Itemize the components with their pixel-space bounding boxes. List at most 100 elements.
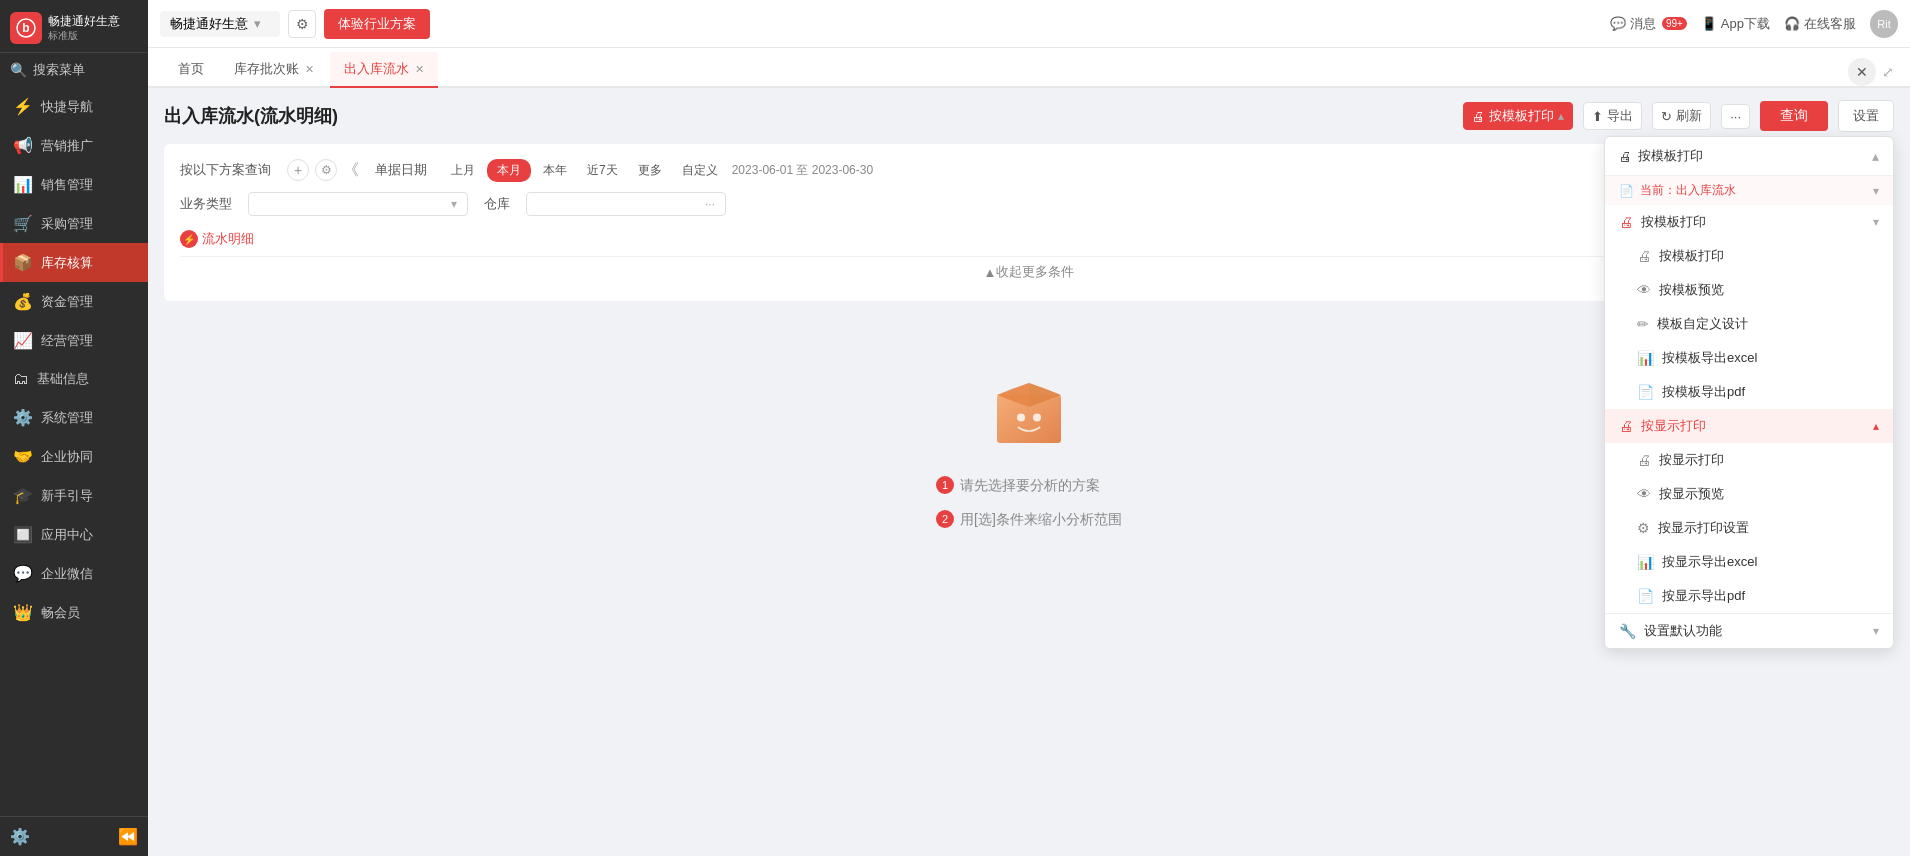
message-button[interactable]: 💬 消息 99+: [1610, 15, 1687, 33]
dropdown-close-arrow[interactable]: ▴: [1872, 148, 1879, 164]
flow-label: 流水明细: [202, 230, 254, 248]
empty-hints: 1 请先选择要分析的方案 2 用[选]条件来缩小分析范围: [936, 471, 1122, 533]
template-print-section-title[interactable]: 🖨 按模板打印 ▾: [1605, 205, 1893, 239]
date-filter-label: 单据日期: [375, 161, 427, 179]
tab-close-icon[interactable]: ✕: [415, 63, 424, 76]
dropdown-arrow-icon: ▴: [1558, 109, 1564, 123]
warehouse-more-icon: ···: [705, 197, 715, 211]
sidebar-item-vip[interactable]: 👑 畅会员: [0, 593, 148, 632]
company-selector[interactable]: 畅捷通好生意 ▾: [160, 11, 280, 37]
hint-num-1: 1: [936, 476, 954, 494]
search-label: 搜索菜单: [33, 61, 85, 79]
sidebar-item-label: 快捷导航: [41, 98, 93, 116]
template-pdf-item[interactable]: 📄 按模板导出pdf: [1605, 375, 1893, 409]
display-pdf-item[interactable]: 📄 按显示导出pdf: [1605, 579, 1893, 613]
sidebar-item-basic[interactable]: 🗂 基础信息: [0, 360, 148, 398]
hint-num-2: 2: [936, 510, 954, 528]
settings-button[interactable]: 设置: [1838, 100, 1894, 132]
date-tab-thisyear[interactable]: 本年: [535, 159, 575, 182]
sidebar-search[interactable]: 🔍 搜索菜单: [0, 53, 148, 87]
filter-add-button[interactable]: +: [287, 159, 309, 181]
trial-button[interactable]: 体验行业方案: [324, 9, 430, 39]
top-bar-right: 💬 消息 99+ 📱 App下载 🎧 在线客服 Rit: [1610, 10, 1898, 38]
sidebar-item-sales[interactable]: 📊 销售管理: [0, 165, 148, 204]
sidebar-item-guide[interactable]: 🎓 新手引导: [0, 476, 148, 515]
business-type-label: 业务类型: [180, 195, 232, 213]
maximize-button[interactable]: ⤢: [1882, 64, 1894, 80]
sidebar-item-purchase[interactable]: 🛒 采购管理: [0, 204, 148, 243]
display-preview-item[interactable]: 👁 按显示预览: [1605, 477, 1893, 511]
top-bar-left: 畅捷通好生意 ▾ ⚙ 体验行业方案: [160, 9, 430, 39]
default-settings-title[interactable]: 🔧 设置默认功能 ▾: [1605, 614, 1893, 648]
display-preview-sub-icon: 👁: [1637, 486, 1651, 502]
message-icon: 💬: [1610, 16, 1626, 31]
warehouse-select[interactable]: ···: [526, 192, 726, 216]
empty-illustration: [979, 371, 1079, 451]
tab-home[interactable]: 首页: [164, 52, 218, 88]
system-icon: ⚙️: [13, 408, 33, 427]
item-label: 按模板预览: [1659, 281, 1724, 299]
tab-inout-flow[interactable]: 出入库流水 ✕: [330, 52, 438, 88]
date-tab-thismonth[interactable]: 本月: [487, 159, 531, 182]
sidebar-item-label: 资金管理: [41, 293, 93, 311]
sidebar-item-inventory[interactable]: 📦 库存核算: [0, 243, 148, 282]
sidebar-item-label: 企业协同: [41, 448, 93, 466]
dropdown-header: 🖨 按模板打印 ▴: [1605, 137, 1893, 176]
sidebar-item-operation[interactable]: 📈 经营管理: [0, 321, 148, 360]
export-label: 导出: [1607, 107, 1633, 125]
hint-text-2: 用[选]条件来缩小分析范围: [960, 505, 1122, 533]
sidebar-item-cooperation[interactable]: 🤝 企业协同: [0, 437, 148, 476]
tab-label: 库存批次账: [234, 60, 299, 78]
company-name: 畅捷通好生意: [170, 15, 248, 33]
page-actions: 🖨 按模板打印 ▴ ⬆ 导出 ↻ 刷新 ··· 查询 设置: [1463, 100, 1894, 132]
user-avatar[interactable]: Rit: [1870, 10, 1898, 38]
service-label: 在线客服: [1804, 15, 1856, 33]
display-pdf-sub-icon: 📄: [1637, 588, 1654, 604]
more-icon: ···: [1730, 109, 1741, 124]
guide-icon: 🎓: [13, 486, 33, 505]
query-button[interactable]: 查询: [1760, 101, 1828, 131]
app-download-button[interactable]: 📱 App下载: [1701, 15, 1770, 33]
template-print-section: 🖨 按模板打印 ▾ 🖨 按模板打印 👁 按模板预览: [1605, 205, 1893, 409]
sidebar-item-system[interactable]: ⚙️ 系统管理: [0, 398, 148, 437]
close-window-button[interactable]: ✕: [1848, 58, 1876, 86]
display-print-section-title[interactable]: 🖨 按显示打印 ▴: [1605, 409, 1893, 443]
dropdown-title: 按模板打印: [1638, 147, 1703, 165]
print-template-button[interactable]: 🖨 按模板打印 ▴: [1463, 102, 1573, 130]
display-print-item[interactable]: 🖨 按显示打印: [1605, 443, 1893, 477]
sidebar-item-app-center[interactable]: 🔲 应用中心: [0, 515, 148, 554]
sidebar-item-wechat[interactable]: 💬 企业微信: [0, 554, 148, 593]
display-print-settings-item[interactable]: ⚙ 按显示打印设置: [1605, 511, 1893, 545]
section3-label: 设置默认功能: [1644, 622, 1722, 640]
refresh-label: 刷新: [1676, 107, 1702, 125]
tab-close-icon[interactable]: ✕: [305, 63, 314, 76]
business-type-select[interactable]: ▾: [248, 192, 468, 216]
template-excel-item[interactable]: 📊 按模板导出excel: [1605, 341, 1893, 375]
tab-inventory-batch[interactable]: 库存批次账 ✕: [220, 52, 328, 88]
filter-settings-button[interactable]: ⚙: [315, 159, 337, 181]
export-button[interactable]: ⬆ 导出: [1583, 102, 1642, 130]
date-tab-more[interactable]: 更多: [630, 159, 670, 182]
refresh-button[interactable]: ↻ 刷新: [1652, 102, 1711, 130]
sidebar-item-finance[interactable]: 💰 资金管理: [0, 282, 148, 321]
filter-collapse-button[interactable]: 《: [343, 160, 359, 181]
quick-nav-icon: ⚡: [13, 97, 33, 116]
template-print-item[interactable]: 🖨 按模板打印: [1605, 239, 1893, 273]
template-design-item[interactable]: ✏ 模板自定义设计: [1605, 307, 1893, 341]
date-tab-custom[interactable]: 自定义: [674, 159, 726, 182]
service-button[interactable]: 🎧 在线客服: [1784, 15, 1856, 33]
sidebar-collapse-icon[interactable]: ⏪: [118, 827, 138, 846]
more-options-button[interactable]: ···: [1721, 104, 1750, 129]
settings-icon[interactable]: ⚙️: [10, 827, 30, 846]
date-tab-lastmonth[interactable]: 上月: [443, 159, 483, 182]
date-tab-7days[interactable]: 近7天: [579, 159, 626, 182]
sidebar-item-quick-nav[interactable]: ⚡ 快捷导航: [0, 87, 148, 126]
settings-gear-button[interactable]: ⚙: [288, 10, 316, 38]
default-settings-icon: 🔧: [1619, 623, 1636, 639]
message-badge: 99+: [1662, 17, 1687, 30]
filter-scheme-label: 按以下方案查询: [180, 161, 271, 179]
sidebar-item-marketing[interactable]: 📢 营销推广: [0, 126, 148, 165]
template-preview-item[interactable]: 👁 按模板预览: [1605, 273, 1893, 307]
display-excel-item[interactable]: 📊 按显示导出excel: [1605, 545, 1893, 579]
user-name: Rit: [1877, 18, 1890, 30]
